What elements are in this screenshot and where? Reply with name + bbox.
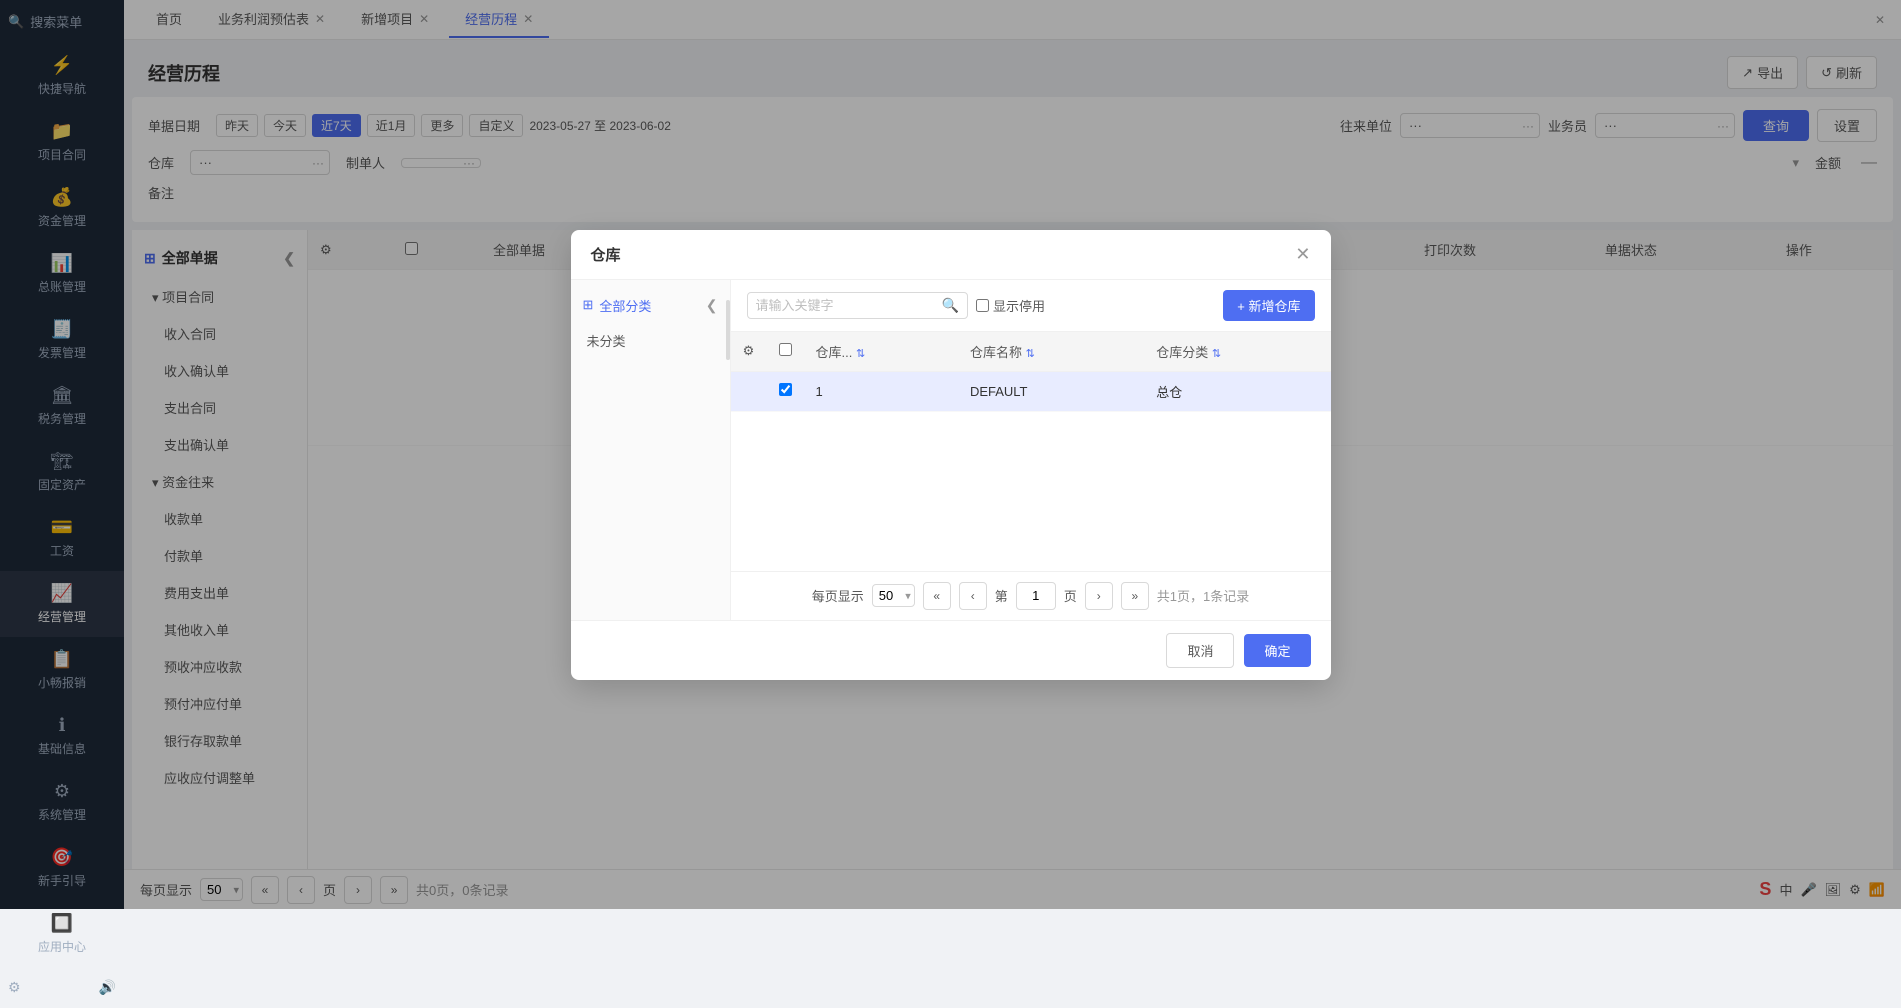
- row-code-cell: DEFAULT: [958, 371, 1144, 411]
- left-panel-collapse-btn[interactable]: ❮: [706, 297, 718, 314]
- left-scrollbar[interactable]: [726, 280, 730, 620]
- modal-left-panel: ⊞ 全部分类 ❮ 未分类: [571, 280, 731, 620]
- modal-page-word: 第: [995, 586, 1008, 605]
- modal-toolbar-left: 🔍 显示停用: [747, 292, 1045, 319]
- modal-body: ⊞ 全部分类 ❮ 未分类: [571, 280, 1331, 620]
- modal-per-page-select[interactable]: 50: [872, 584, 915, 607]
- sidebar-bottom: ⚙ 🔊: [0, 967, 124, 1008]
- modal-per-page-wrap: 50: [872, 584, 915, 607]
- modal-prev-btn[interactable]: ‹: [959, 582, 987, 610]
- all-category-label: 全部分类: [599, 296, 651, 315]
- row-checkbox[interactable]: [779, 383, 792, 396]
- sidebar-item-label: 应用中心: [38, 938, 86, 955]
- modal-next-btn[interactable]: ›: [1085, 582, 1113, 610]
- add-warehouse-button[interactable]: + 新增仓库: [1223, 290, 1314, 321]
- sort-icon-code: ⇅: [856, 348, 865, 360]
- modal-left-header: ⊞ 全部分类 ❮: [571, 288, 730, 323]
- th-category[interactable]: 仓库分类 ⇅: [1144, 332, 1330, 372]
- grid-icon: ⊞: [583, 297, 594, 313]
- warehouse-table: ⚙ 仓库... ⇅ 仓库名称: [731, 332, 1331, 412]
- sound-icon[interactable]: 🔊: [99, 979, 116, 996]
- modal-table-area: ⚙ 仓库... ⇅ 仓库名称: [731, 332, 1331, 571]
- th-code[interactable]: 仓库... ⇅: [804, 332, 958, 372]
- row-num-cell: 1: [804, 371, 958, 411]
- th-settings[interactable]: ⚙: [731, 332, 767, 372]
- left-scrollbar-thumb: [726, 300, 730, 360]
- show-disabled-checkbox[interactable]: [976, 299, 989, 312]
- modal-close-button[interactable]: ✕: [1295, 245, 1310, 263]
- table-select-all[interactable]: [779, 343, 792, 356]
- confirm-button[interactable]: 确定: [1244, 634, 1310, 667]
- all-category-btn[interactable]: ⊞ 全部分类: [583, 296, 652, 315]
- modal-title: 仓库: [591, 244, 621, 265]
- th-check: [767, 332, 804, 372]
- modal-page-input[interactable]: [1016, 582, 1056, 610]
- sort-icon-name: ⇅: [1026, 348, 1035, 360]
- modal-toolbar: 🔍 显示停用 + 新增仓库: [731, 280, 1331, 332]
- apps-icon: 🔲: [51, 913, 73, 934]
- modal-overlay: 仓库 ✕ ⊞ 全部分类 ❮ 未分类: [0, 0, 1901, 909]
- modal-footer: 取消 确定: [571, 620, 1331, 680]
- modal-search-icon[interactable]: 🔍: [942, 297, 959, 314]
- settings-icon[interactable]: ⚙: [8, 979, 21, 996]
- cancel-button[interactable]: 取消: [1166, 633, 1234, 668]
- warehouse-modal: 仓库 ✕ ⊞ 全部分类 ❮ 未分类: [571, 230, 1331, 680]
- modal-search-wrap: 🔍: [747, 292, 968, 319]
- modal-pagination: 每页显示 50 « ‹ 第 页 › » 共1页，1条记录: [731, 571, 1331, 620]
- modal-total-info: 共1页，1条记录: [1157, 586, 1249, 605]
- modal-right-panel: 🔍 显示停用 + 新增仓库: [731, 280, 1331, 620]
- modal-page-label: 页: [1064, 586, 1077, 605]
- table-settings-icon: ⚙: [743, 343, 755, 358]
- modal-per-page-label: 每页显示: [812, 586, 864, 605]
- modal-header: 仓库 ✕: [571, 230, 1331, 280]
- modal-search-input[interactable]: [756, 298, 936, 313]
- th-name[interactable]: 仓库名称 ⇅: [958, 332, 1144, 372]
- category-uncategorized[interactable]: 未分类: [571, 323, 730, 358]
- modal-last-btn[interactable]: »: [1121, 582, 1149, 610]
- show-disabled-label[interactable]: 显示停用: [976, 296, 1045, 315]
- row-settings-cell: [731, 371, 767, 411]
- row-name-cell: 总仓: [1144, 371, 1330, 411]
- row-check-cell: [767, 371, 804, 411]
- modal-first-btn[interactable]: «: [923, 582, 951, 610]
- table-row[interactable]: 1 DEFAULT 总仓: [731, 371, 1331, 411]
- sort-icon-category: ⇅: [1212, 348, 1221, 360]
- sidebar-item-apps[interactable]: 🔲 应用中心: [0, 901, 124, 967]
